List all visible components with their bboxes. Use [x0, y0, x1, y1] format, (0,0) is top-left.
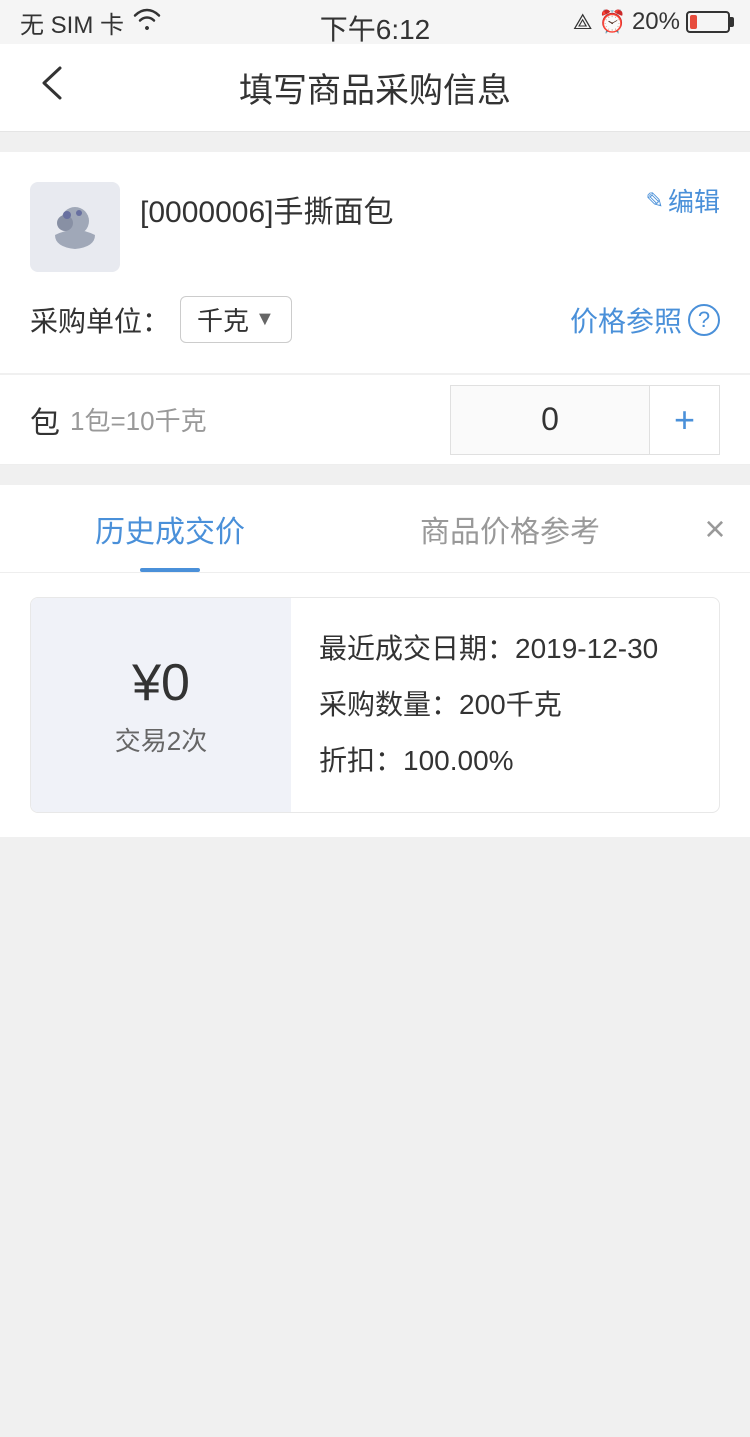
wifi-icon [132, 8, 162, 37]
time-display: 下午6:12 [320, 8, 431, 48]
quantity-row: 包 1包=10千克 + [0, 375, 750, 465]
unit-value: 千克 [197, 301, 249, 338]
transaction-discount: 折扣：100.00% [319, 740, 691, 782]
empty-space [0, 837, 750, 1437]
qty-unit-hint: 1包=10千克 [70, 401, 207, 438]
transaction-date: 最近成交日期：2019-12-30 [319, 628, 691, 670]
status-right: ⟁ ⏰ 20% [573, 8, 730, 36]
qty-plus-button[interactable]: + [650, 385, 720, 455]
tab-history-price[interactable]: 历史成交价 [0, 485, 340, 572]
battery-percent: 20% [632, 8, 680, 36]
product-header: [0000006]手撕面包 ✎ 编辑 [30, 182, 720, 272]
status-bar: 无 SIM 卡 下午6:12 ⟁ ⏰ 20% [0, 0, 750, 44]
dropdown-icon: ▼ [255, 308, 275, 331]
history-content: ¥0 交易2次 最近成交日期：2019-12-30 采购数量：200千克 折扣：… [0, 573, 750, 837]
product-card: [0000006]手撕面包 ✎ 编辑 采购单位： 千克 ▼ 价格参照 ? [0, 152, 750, 373]
transaction-price: ¥0 [132, 653, 190, 713]
help-icon: ? [688, 304, 720, 336]
location-icon: ⟁ [573, 9, 593, 35]
qty-unit: 包 [30, 398, 60, 442]
alarm-icon: ⏰ [599, 9, 626, 35]
edit-button[interactable]: ✎ 编辑 [646, 182, 720, 219]
unit-select[interactable]: 千克 ▼ [180, 296, 292, 343]
product-thumbnail [30, 182, 120, 272]
nav-bar: 填写商品采购信息 [0, 44, 750, 132]
purchase-unit-row: 采购单位： 千克 ▼ 价格参照 ? [30, 296, 720, 343]
qty-label: 包 1包=10千克 [30, 398, 207, 442]
product-left: [0000006]手撕面包 [30, 182, 393, 272]
price-ref-label: 价格参照 [570, 300, 682, 340]
page-title: 填写商品采购信息 [239, 63, 511, 112]
tab-bar: 历史成交价 商品价格参考 × [0, 485, 750, 573]
battery-icon [686, 11, 730, 33]
transaction-card: ¥0 交易2次 最近成交日期：2019-12-30 采购数量：200千克 折扣：… [30, 597, 720, 813]
tab-close-button[interactable]: × [680, 485, 750, 572]
transaction-right: 最近成交日期：2019-12-30 采购数量：200千克 折扣：100.00% [291, 598, 719, 812]
carrier-text: 无 SIM 卡 [20, 5, 124, 40]
price-ref-button[interactable]: 价格参照 ? [570, 300, 720, 340]
status-left: 无 SIM 卡 [20, 5, 162, 40]
transaction-qty: 采购数量：200千克 [319, 684, 691, 726]
unit-left: 采购单位： 千克 ▼ [30, 296, 292, 343]
product-name: [0000006]手撕面包 [140, 182, 393, 231]
back-button[interactable] [30, 54, 74, 121]
tab-section: 历史成交价 商品价格参考 × ¥0 交易2次 最近成交日期：2019-12-30… [0, 485, 750, 837]
qty-controls: + [450, 385, 720, 455]
transaction-count: 交易2次 [115, 721, 207, 758]
quantity-input[interactable] [450, 385, 650, 455]
tab-price-reference[interactable]: 商品价格参考 [340, 485, 680, 572]
transaction-left: ¥0 交易2次 [31, 598, 291, 812]
purchase-unit-label: 采购单位： [30, 300, 170, 340]
